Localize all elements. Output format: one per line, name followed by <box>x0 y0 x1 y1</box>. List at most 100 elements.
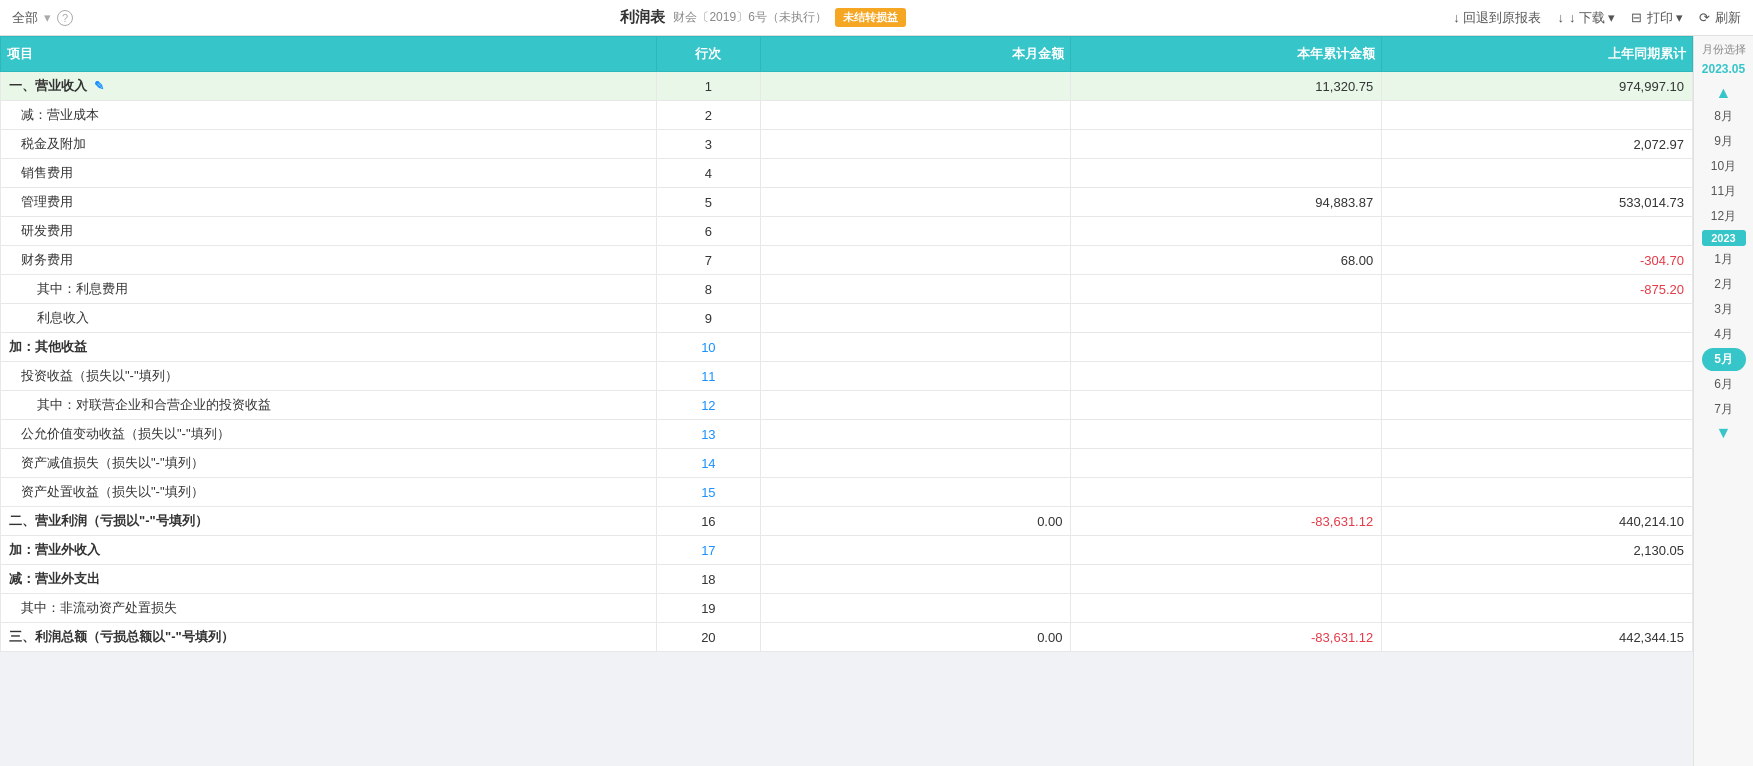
table-row: 资产减值损失（损失以"-"填列）14 <box>1 449 1693 478</box>
month-item-7[interactable]: 7月 <box>1702 398 1746 421</box>
cell-month <box>760 130 1071 159</box>
top-bar-left: 全部 ▾ ? <box>12 9 73 27</box>
table-row: 其中：对联营企业和合营企业的投资收益12 <box>1 391 1693 420</box>
refresh-icon: ⟳ <box>1699 10 1710 25</box>
cell-year: -83,631.12 <box>1071 507 1382 536</box>
cell-item: 其中：非流动资产处置损失 <box>1 594 657 623</box>
table-header-row: 项目 行次 本月金额 本年累计金额 上年同期累计 <box>1 37 1693 72</box>
cell-row-num: 11 <box>657 362 761 391</box>
cell-year <box>1071 304 1382 333</box>
edit-icon[interactable]: ✎ <box>91 79 104 93</box>
cell-row-num: 7 <box>657 246 761 275</box>
cell-month <box>760 362 1071 391</box>
month-item-5[interactable]: 5月 <box>1702 348 1746 371</box>
cell-year <box>1071 101 1382 130</box>
cell-year <box>1071 449 1382 478</box>
page-title: 利润表 <box>620 8 665 27</box>
header-month: 本月金额 <box>760 37 1071 72</box>
cell-year <box>1071 391 1382 420</box>
table-row: 其中：利息费用8-875.20 <box>1 275 1693 304</box>
month-down-button[interactable]: ▼ <box>1714 422 1734 444</box>
table-row: 税金及附加3 2,072.97 <box>1 130 1693 159</box>
cell-row-num: 3 <box>657 130 761 159</box>
month-item-4[interactable]: 4月 <box>1702 323 1746 346</box>
cell-year <box>1071 130 1382 159</box>
cell-row-num: 14 <box>657 449 761 478</box>
table-row: 管理费用594,883.87533,014.73 <box>1 188 1693 217</box>
nav-refresh-button[interactable]: ⟳ 刷新 <box>1699 9 1741 27</box>
month-item-9[interactable]: 9月 <box>1702 130 1746 153</box>
cell-item: 利息收入 <box>1 304 657 333</box>
cell-lastyear <box>1382 478 1693 507</box>
cell-row-num: 18 <box>657 565 761 594</box>
cell-item: 其中：利息费用 <box>1 275 657 304</box>
month-item-3[interactable]: 3月 <box>1702 298 1746 321</box>
table-row: 利息收入9 <box>1 304 1693 333</box>
nav-print-button[interactable]: ⊟ 打印 ▾ <box>1631 9 1683 27</box>
cell-month <box>760 275 1071 304</box>
cell-lastyear: 440,214.10 <box>1382 507 1693 536</box>
nav-download-button[interactable]: ↓ ↓ 下载 ▾ <box>1557 9 1615 27</box>
print-dropdown-icon[interactable]: ▾ <box>1676 10 1683 25</box>
status-badge: 未结转损益 <box>835 8 906 27</box>
cell-month <box>760 188 1071 217</box>
nav-back-button[interactable]: ↓ 回退到原报表 <box>1453 9 1541 27</box>
cell-lastyear <box>1382 420 1693 449</box>
cell-lastyear: 974,997.10 <box>1382 72 1693 101</box>
print-icon: ⊟ <box>1631 10 1642 25</box>
cell-lastyear <box>1382 594 1693 623</box>
cell-row-num: 6 <box>657 217 761 246</box>
cell-lastyear: 533,014.73 <box>1382 188 1693 217</box>
cell-year: -83,631.12 <box>1071 623 1382 652</box>
table-row: 减：营业外支出18 <box>1 565 1693 594</box>
help-icon[interactable]: ? <box>57 10 73 26</box>
month-item-10[interactable]: 10月 <box>1702 155 1746 178</box>
month-item-8[interactable]: 8月 <box>1702 105 1746 128</box>
month-item-2[interactable]: 2月 <box>1702 273 1746 296</box>
cell-item: 三、利润总额（亏损总额以"-"号填列） <box>1 623 657 652</box>
cell-year <box>1071 333 1382 362</box>
table-row: 减：营业成本2 <box>1 101 1693 130</box>
breadcrumb-all[interactable]: 全部 <box>12 9 38 27</box>
cell-row-num: 20 <box>657 623 761 652</box>
cell-row-num: 17 <box>657 536 761 565</box>
cell-item: 减：营业成本 <box>1 101 657 130</box>
sidebar-title: 月份选择 <box>1702 42 1746 57</box>
cell-lastyear: 2,130.05 <box>1382 536 1693 565</box>
page-subtitle: 财会〔2019〕6号（未执行） <box>673 9 826 26</box>
month-item-6[interactable]: 6月 <box>1702 373 1746 396</box>
cell-year <box>1071 362 1382 391</box>
month-item-12[interactable]: 12月 <box>1702 205 1746 228</box>
cell-row-num: 9 <box>657 304 761 333</box>
month-item-11[interactable]: 11月 <box>1702 180 1746 203</box>
dropdown-icon[interactable]: ▾ <box>44 10 51 25</box>
month-item-1[interactable]: 1月 <box>1702 248 1746 271</box>
month-sidebar: 月份选择 2023.05 ▲ 8月 9月 10月 11月 12月 2023 1月… <box>1693 36 1753 766</box>
cell-year <box>1071 594 1382 623</box>
cell-item: 其中：对联营企业和合营企业的投资收益 <box>1 391 657 420</box>
table-row: 销售费用4 <box>1 159 1693 188</box>
cell-item: 资产处置收益（损失以"-"填列） <box>1 478 657 507</box>
cell-row-num: 8 <box>657 275 761 304</box>
cell-lastyear <box>1382 449 1693 478</box>
refresh-label: 刷新 <box>1715 9 1741 27</box>
download-dropdown-icon[interactable]: ▾ <box>1608 10 1615 25</box>
title-section: 利润表 财会〔2019〕6号（未执行） 未结转损益 <box>620 8 905 27</box>
cell-month: 0.00 <box>760 507 1071 536</box>
cell-lastyear: 2,072.97 <box>1382 130 1693 159</box>
table-row: 资产处置收益（损失以"-"填列）15 <box>1 478 1693 507</box>
cell-lastyear: 442,344.15 <box>1382 623 1693 652</box>
cell-row-num: 2 <box>657 101 761 130</box>
cell-row-num: 5 <box>657 188 761 217</box>
table-body: 一、营业收入 ✎111,320.75974,997.10减：营业成本2税金及附加… <box>1 72 1693 652</box>
cell-row-num: 19 <box>657 594 761 623</box>
cell-year: 68.00 <box>1071 246 1382 275</box>
month-up-button[interactable]: ▲ <box>1714 82 1734 104</box>
cell-item: 销售费用 <box>1 159 657 188</box>
cell-month <box>760 304 1071 333</box>
cell-year <box>1071 275 1382 304</box>
cell-item: 税金及附加 <box>1 130 657 159</box>
cell-item: 二、营业利润（亏损以"-"号填列） <box>1 507 657 536</box>
cell-item: 一、营业收入 ✎ <box>1 72 657 101</box>
top-bar: 全部 ▾ ? 利润表 财会〔2019〕6号（未执行） 未结转损益 ↓ 回退到原报… <box>0 0 1753 36</box>
